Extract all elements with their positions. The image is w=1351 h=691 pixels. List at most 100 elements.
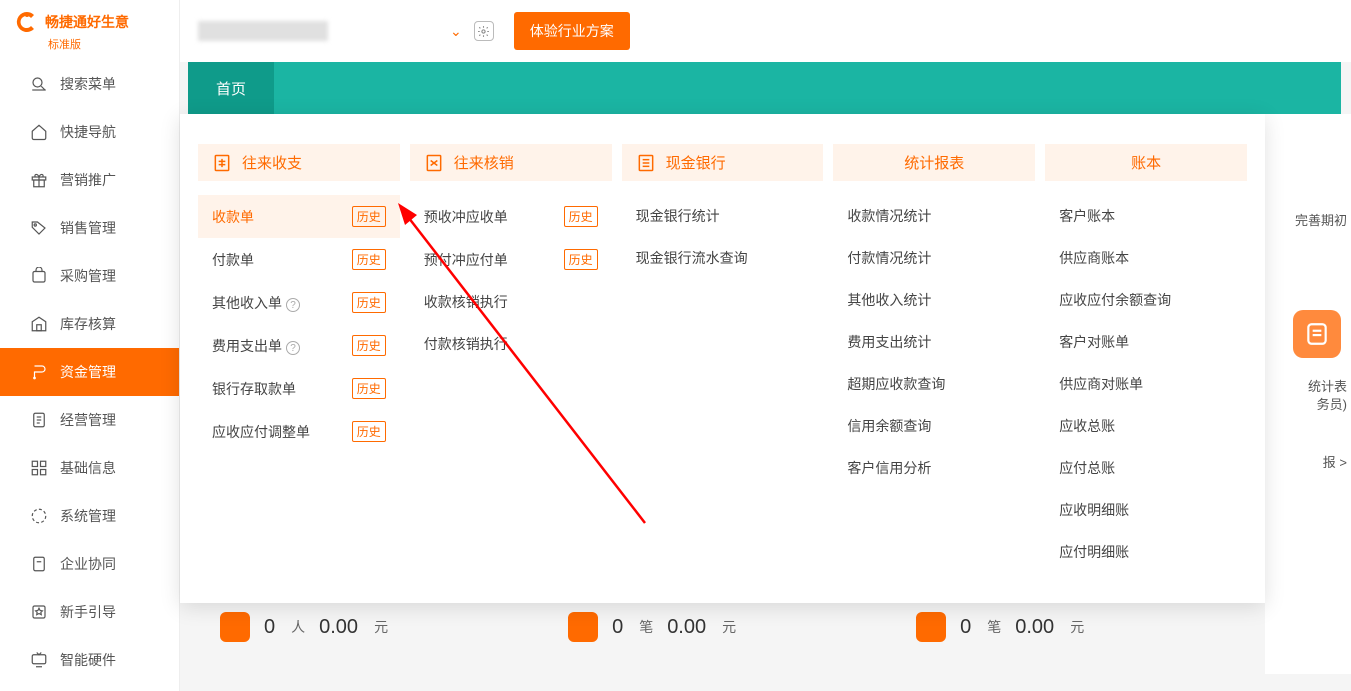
menu-item-expense[interactable]: 费用支出单? 历史 xyxy=(198,324,400,367)
sidebar-item-search[interactable]: 搜索菜单 xyxy=(0,60,179,108)
sidebar-item-basic[interactable]: 基础信息 xyxy=(0,444,179,492)
history-badge[interactable]: 历史 xyxy=(352,249,386,270)
industry-plan-button[interactable]: 体验行业方案 xyxy=(514,12,630,50)
stat-icon xyxy=(220,612,250,642)
menu-item-other-income-stat[interactable]: 其他收入统计 xyxy=(833,279,1035,321)
spinner-icon xyxy=(30,507,48,525)
menu-item-bank-deposit[interactable]: 银行存取款单 历史 xyxy=(198,367,400,410)
menu-col-ledger: 账本 客户账本 供应商账本 应收应付余额查询 客户对账单 供应商对账单 应收总账… xyxy=(1045,144,1247,573)
sidebar: 畅捷通好生意 标准版 搜索菜单 快捷导航 营销推广 销售管理 采购管理 库存核算… xyxy=(0,0,180,691)
menu-col-income-expense: 往来收支 收款单 历史 付款单 历史 其他收入单? 历史 费用支出单? 历史 银… xyxy=(198,144,400,573)
history-badge[interactable]: 历史 xyxy=(352,378,386,399)
menu-item-receipt[interactable]: 收款单 历史 xyxy=(198,195,400,238)
menu-item-recv-stat[interactable]: 收款情况统计 xyxy=(833,195,1035,237)
sidebar-item-operation[interactable]: 经营管理 xyxy=(0,396,179,444)
menu-item-label: 收款核销执行 xyxy=(424,292,508,312)
menu-item-credit-analysis[interactable]: 客户信用分析 xyxy=(833,447,1035,489)
sidebar-item-purchase[interactable]: 采购管理 xyxy=(0,252,179,300)
menu-item-label: 信用余额查询 xyxy=(847,416,931,436)
sidebar-item-label: 资金管理 xyxy=(60,362,116,382)
stat-amount: 0.00 xyxy=(1015,616,1054,639)
history-badge[interactable]: 历史 xyxy=(352,292,386,313)
menu-item-label: 付款单 xyxy=(212,250,254,270)
menu-item-label: 其他收入统计 xyxy=(847,290,931,310)
sidebar-item-label: 库存核算 xyxy=(60,314,116,334)
menu-item-label: 预收冲应收单 xyxy=(424,207,508,227)
menu-item-label: 客户信用分析 xyxy=(847,458,931,478)
menu-item-adjust[interactable]: 应收应付调整单 历史 xyxy=(198,410,400,453)
history-badge[interactable]: 历史 xyxy=(352,335,386,356)
menu-item-pay-writeoff[interactable]: 付款核销执行 xyxy=(410,323,612,365)
menu-item-ap-gl[interactable]: 应付总账 xyxy=(1045,447,1247,489)
stat-count: 0 xyxy=(960,616,971,639)
stat-amount: 0.00 xyxy=(319,616,358,639)
gear-icon[interactable] xyxy=(474,21,494,41)
sidebar-item-quicknav[interactable]: 快捷导航 xyxy=(0,108,179,156)
menu-item-label: 供应商账本 xyxy=(1059,248,1129,268)
col-title: 现金银行 xyxy=(666,152,726,173)
menu-item-label: 费用支出单? xyxy=(212,336,300,356)
menu-item-prepay-offset[interactable]: 预付冲应付单 历史 xyxy=(410,238,612,281)
menu-item-overdue-recv[interactable]: 超期应收款查询 xyxy=(833,363,1035,405)
menu-item-supplier-ledger[interactable]: 供应商账本 xyxy=(1045,237,1247,279)
menu-item-bank-stat[interactable]: 现金银行统计 xyxy=(622,195,824,237)
menu-item-other-income[interactable]: 其他收入单? 历史 xyxy=(198,281,400,324)
sidebar-item-guide[interactable]: 新手引导 xyxy=(0,588,179,636)
menu-item-label: 应收应付调整单 xyxy=(212,422,310,442)
right-text-3[interactable]: 报 > xyxy=(1323,452,1347,471)
right-chip-icon[interactable] xyxy=(1293,310,1341,358)
menu-item-bank-flow[interactable]: 现金银行流水查询 xyxy=(622,237,824,279)
menu-item-ar-ap-balance[interactable]: 应收应付余额查询 xyxy=(1045,279,1247,321)
menu-item-credit-balance[interactable]: 信用余额查询 xyxy=(833,405,1035,447)
menu-item-label: 应收应付余额查询 xyxy=(1059,290,1171,310)
sidebar-item-sales[interactable]: 销售管理 xyxy=(0,204,179,252)
menu-item-customer-ledger[interactable]: 客户账本 xyxy=(1045,195,1247,237)
sidebar-item-label: 销售管理 xyxy=(60,218,116,238)
menu-item-customer-statement[interactable]: 客户对账单 xyxy=(1045,321,1247,363)
sidebar-item-label: 企业协同 xyxy=(60,554,116,574)
history-badge[interactable]: 历史 xyxy=(352,421,386,442)
col-title: 往来收支 xyxy=(242,152,302,173)
menu-item-label: 客户对账单 xyxy=(1059,332,1129,352)
sidebar-item-label: 系统管理 xyxy=(60,506,116,526)
sidebar-item-inventory[interactable]: 库存核算 xyxy=(0,300,179,348)
menu-item-supplier-statement[interactable]: 供应商对账单 xyxy=(1045,363,1247,405)
stat-icon xyxy=(916,612,946,642)
sidebar-item-marketing[interactable]: 营销推广 xyxy=(0,156,179,204)
star-icon xyxy=(30,603,48,621)
menu-item-ar-detail[interactable]: 应收明细账 xyxy=(1045,489,1247,531)
help-icon[interactable]: ? xyxy=(286,341,300,355)
sidebar-item-funds[interactable]: 资金管理 xyxy=(0,348,179,396)
menu-item-label: 收款情况统计 xyxy=(847,206,931,226)
sidebar-item-collab[interactable]: 企业协同 xyxy=(0,540,179,588)
sidebar-item-hardware[interactable]: 智能硬件 xyxy=(0,636,179,684)
sidebar-item-label: 快捷导航 xyxy=(60,122,116,142)
help-icon[interactable]: ? xyxy=(286,298,300,312)
tab-home[interactable]: 首页 xyxy=(188,62,274,114)
sidebar-item-label: 新手引导 xyxy=(60,602,116,622)
menu-item-label: 应收明细账 xyxy=(1059,500,1129,520)
menu-item-label: 应付明细账 xyxy=(1059,542,1129,562)
menu-item-pay-stat[interactable]: 付款情况统计 xyxy=(833,237,1035,279)
brand-name: 畅捷通好生意 xyxy=(45,12,129,32)
menu-item-label: 付款核销执行 xyxy=(424,334,508,354)
writeoff-icon xyxy=(424,153,444,173)
stat-2: 0笔 0.00元 xyxy=(568,602,736,652)
menu-item-ap-detail[interactable]: 应付明细账 xyxy=(1045,531,1247,573)
menu-item-label: 现金银行统计 xyxy=(636,206,720,226)
stat-3: 0笔 0.00元 xyxy=(916,602,1084,652)
menu-item-ar-gl[interactable]: 应收总账 xyxy=(1045,405,1247,447)
menu-item-prerecv-offset[interactable]: 预收冲应收单 历史 xyxy=(410,195,612,238)
history-badge[interactable]: 历史 xyxy=(352,206,386,227)
sidebar-item-label: 营销推广 xyxy=(60,170,116,190)
menu-item-recv-writeoff[interactable]: 收款核销执行 xyxy=(410,281,612,323)
chevron-down-icon[interactable]: ⌄ xyxy=(450,23,462,40)
sidebar-item-system[interactable]: 系统管理 xyxy=(0,492,179,540)
stat-amount: 0.00 xyxy=(667,616,706,639)
history-badge[interactable]: 历史 xyxy=(564,206,598,227)
history-badge[interactable]: 历史 xyxy=(564,249,598,270)
menu-item-payment[interactable]: 付款单 历史 xyxy=(198,238,400,281)
menu-item-expense-stat[interactable]: 费用支出统计 xyxy=(833,321,1035,363)
bank-icon xyxy=(636,153,656,173)
sidebar-item-label: 经营管理 xyxy=(60,410,116,430)
